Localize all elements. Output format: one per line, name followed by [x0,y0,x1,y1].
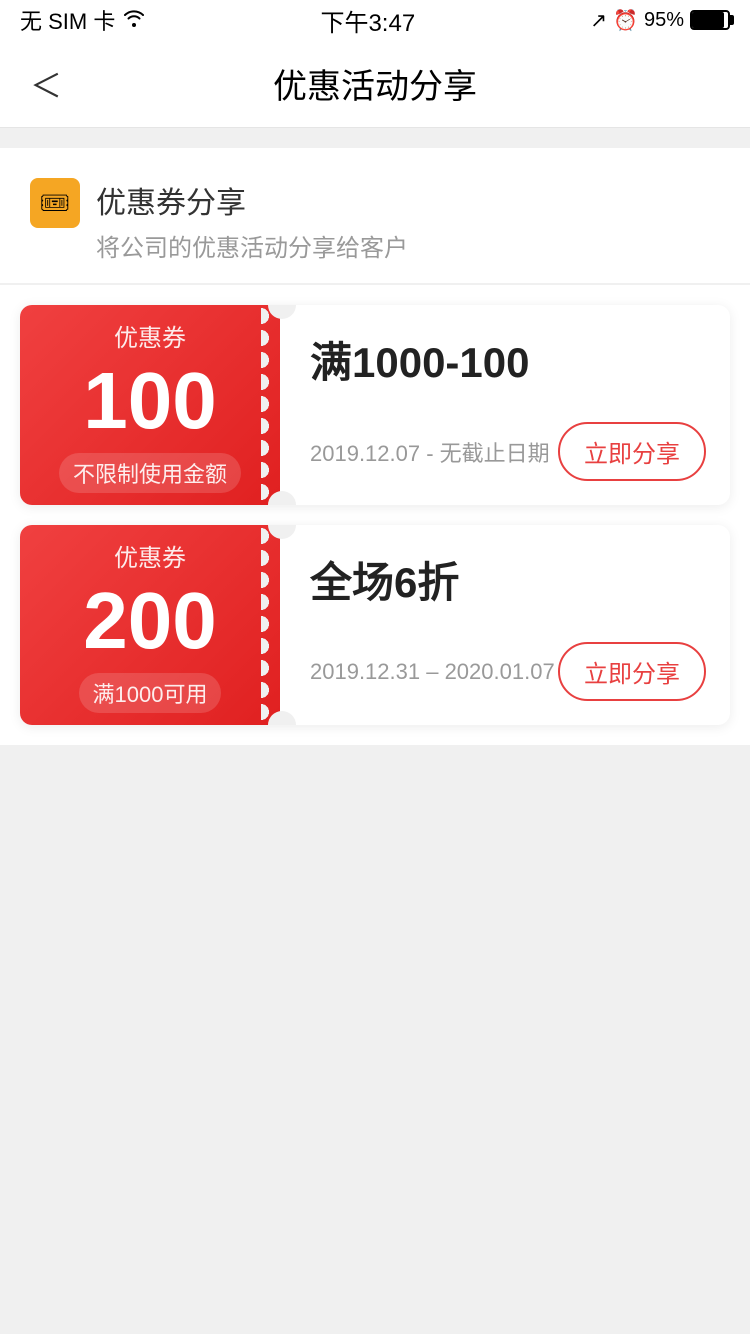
section-heading: 优惠券分享 [96,178,408,222]
status-right: ↗ ⏰ 95% [590,8,730,33]
coupon-condition: 不限制使用金额 [59,453,241,493]
wifi-icon [123,7,145,33]
coupon-card: 优惠券 100 不限制使用金额 满1000-100 2019.12.07 - 无… [20,305,730,505]
coupon-label: 优惠券 [114,538,186,573]
nav-bar: ＜ 优惠活动分享 [0,40,750,128]
coupon-condition: 满1000可用 [79,673,222,713]
coupon-amount: 100 [83,361,216,441]
share-button[interactable]: 立即分享 [558,642,706,701]
section-icon: 🎟 [30,178,80,228]
coupon-card: 优惠券 200 满1000可用 全场6折 2019.12.31 – 2020.0… [20,525,730,725]
coupon-date: 2019.12.31 – 2020.01.07 [310,659,555,685]
coupon-list: 优惠券 100 不限制使用金额 满1000-100 2019.12.07 - 无… [0,285,750,745]
status-left: 无 SIM 卡 [20,4,145,36]
empty-area [0,745,750,1325]
battery-percent: 95% [644,9,684,32]
battery-icon [690,10,730,30]
coupon-amount: 200 [83,581,216,661]
coupon-right: 满1000-100 2019.12.07 - 无截止日期 立即分享 [280,305,730,505]
coupon-name: 全场6折 [310,549,706,610]
page-title: 优惠活动分享 [273,59,477,108]
section-header: 🎟 优惠券分享 将公司的优惠活动分享给客户 [0,148,750,283]
coupon-label: 优惠券 [114,318,186,353]
status-time: 下午3:47 [320,3,415,38]
coupon-date: 2019.12.07 - 无截止日期 [310,436,550,468]
coupon-left: 优惠券 200 满1000可用 [20,525,280,725]
status-bar: 无 SIM 卡 下午3:47 ↗ ⏰ 95% [0,0,750,40]
coupon-name: 满1000-100 [310,329,706,390]
coupon-bottom: 2019.12.07 - 无截止日期 立即分享 [310,422,706,481]
coupon-left: 优惠券 100 不限制使用金额 [20,305,280,505]
coupon-bottom: 2019.12.31 – 2020.01.07 立即分享 [310,642,706,701]
location-icon: ↗ [590,8,607,33]
back-button[interactable]: ＜ [30,61,62,107]
section-text: 优惠券分享 将公司的优惠活动分享给客户 [96,178,408,263]
section-subtext: 将公司的优惠活动分享给客户 [96,228,408,263]
coupon-right: 全场6折 2019.12.31 – 2020.01.07 立即分享 [280,525,730,725]
carrier-text: 无 SIM 卡 [20,4,115,36]
share-button[interactable]: 立即分享 [558,422,706,481]
alarm-icon: ⏰ [613,8,638,33]
